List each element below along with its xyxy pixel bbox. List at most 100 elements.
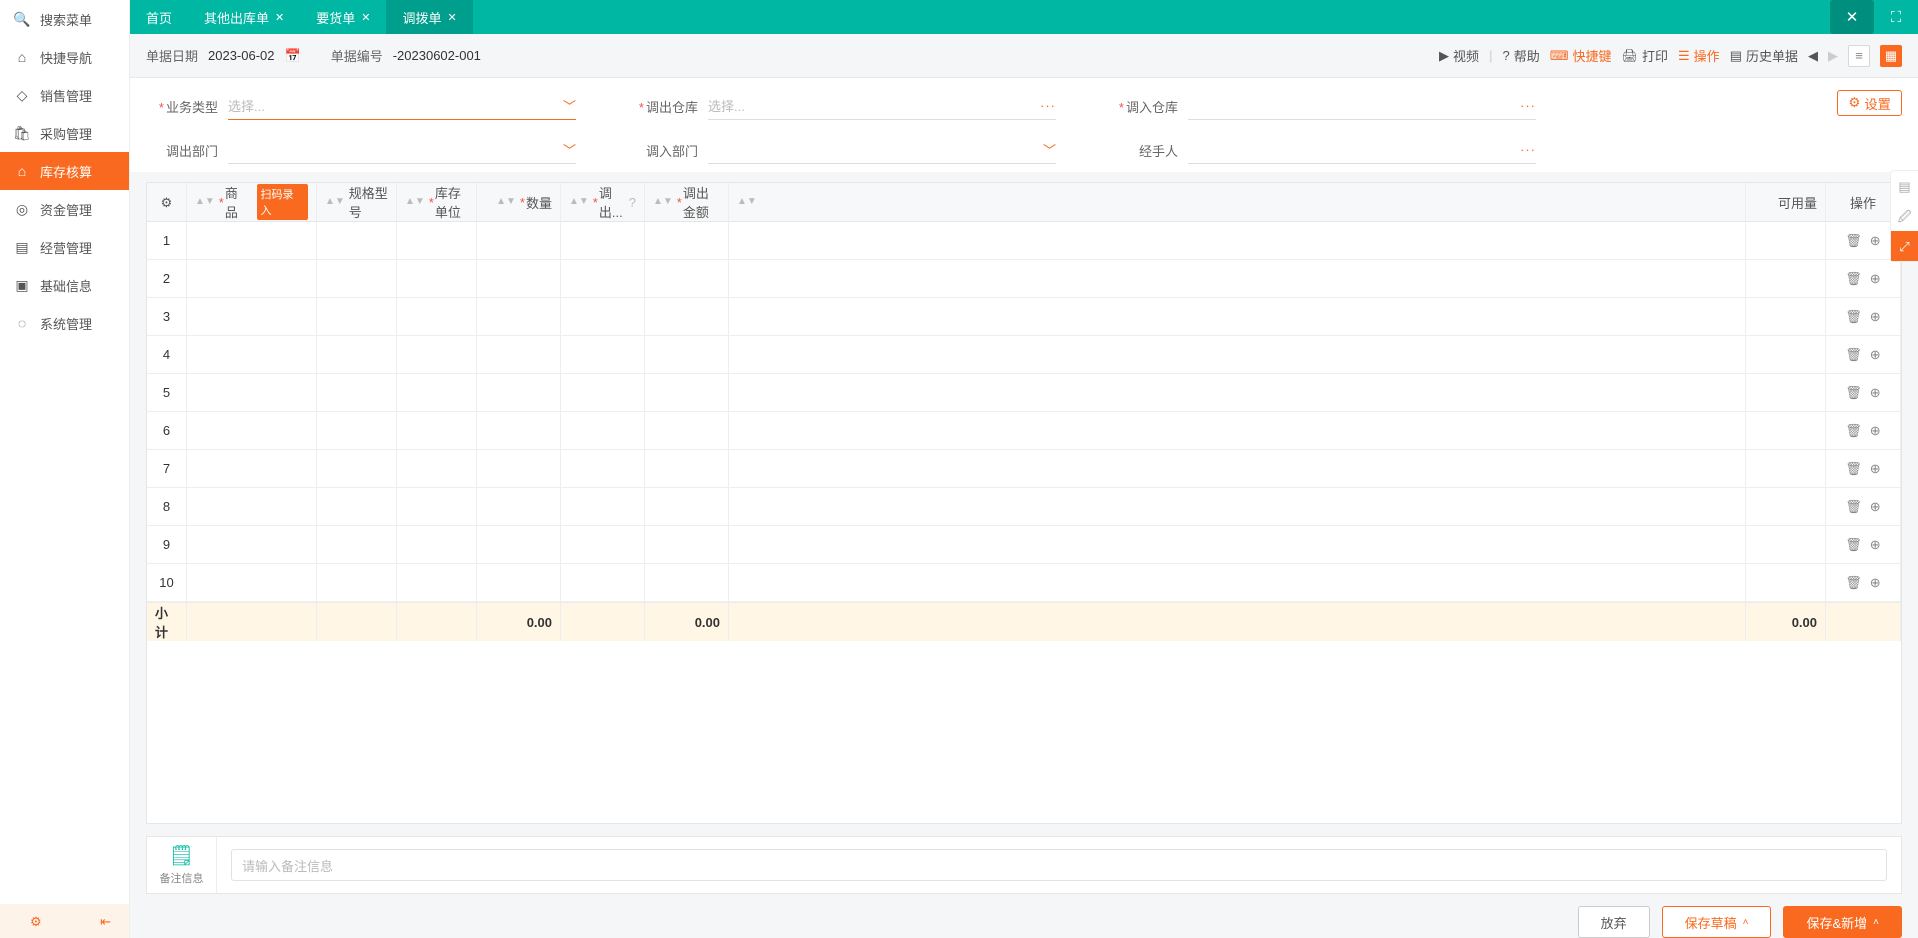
cell-out-amount[interactable]	[645, 412, 729, 449]
cell-out-price[interactable]	[561, 564, 645, 601]
cell-unit[interactable]	[397, 260, 477, 297]
tab-request[interactable]: 要货单 ✕	[300, 0, 386, 34]
cell-unit[interactable]	[397, 298, 477, 335]
cell-product[interactable]	[187, 336, 317, 373]
tab-other-out[interactable]: 其他出库单 ✕	[188, 0, 300, 34]
col-qty[interactable]: ▲▼ *数量	[477, 183, 561, 221]
hotkey-link[interactable]: ⌨ 快捷键	[1550, 46, 1612, 65]
cell-spec[interactable]	[317, 412, 397, 449]
cell-out-amount[interactable]	[645, 336, 729, 373]
sidebar-item-purchase[interactable]: 🛍 采购管理	[0, 114, 129, 152]
cell-out-price[interactable]	[561, 412, 645, 449]
delete-row-icon[interactable]: 🗑	[1845, 537, 1862, 552]
cell-spec[interactable]	[317, 488, 397, 525]
add-row-icon[interactable]: ⊕	[1870, 385, 1881, 400]
cell-out-amount[interactable]	[645, 374, 729, 411]
cell-out-amount[interactable]	[645, 260, 729, 297]
cell-product[interactable]	[187, 526, 317, 563]
side-tool-1[interactable]: ▤	[1891, 171, 1918, 201]
out-dept-select[interactable]: ﹀	[228, 136, 576, 164]
sidebar-item-funds[interactable]: ◎ 资金管理	[0, 190, 129, 228]
table-row[interactable]: 4🗑⊕	[147, 336, 1901, 374]
cell-qty[interactable]	[477, 222, 561, 259]
cell-qty[interactable]	[477, 526, 561, 563]
col-unit[interactable]: ▲▼ *库存单位	[397, 183, 477, 221]
delete-row-icon[interactable]: 🗑	[1845, 271, 1862, 286]
biz-type-select[interactable]: 选择... ﹀	[228, 92, 576, 120]
add-row-icon[interactable]: ⊕	[1870, 537, 1881, 552]
delete-row-icon[interactable]: 🗑	[1845, 499, 1862, 514]
video-link[interactable]: ▶ 视频	[1439, 46, 1479, 65]
sidebar-item-quicknav[interactable]: ⌂ 快捷导航	[0, 38, 129, 76]
sidebar-search[interactable]: 🔍 搜索菜单	[0, 0, 129, 38]
calendar-icon[interactable]: 📅	[285, 48, 301, 63]
cell-unit[interactable]	[397, 450, 477, 487]
help-link[interactable]: ? 帮助	[1502, 46, 1539, 65]
cell-out-price[interactable]	[561, 450, 645, 487]
cell-unit[interactable]	[397, 222, 477, 259]
add-row-icon[interactable]: ⊕	[1870, 309, 1881, 324]
side-tool-3[interactable]: ⤢	[1891, 231, 1918, 261]
col-spec[interactable]: ▲▼ 规格型号	[317, 183, 397, 221]
add-row-icon[interactable]: ⊕	[1870, 233, 1881, 248]
cell-product[interactable]	[187, 298, 317, 335]
prev-button[interactable]: ◀	[1808, 49, 1818, 62]
cell-out-amount[interactable]	[645, 526, 729, 563]
sidebar-item-base[interactable]: ▣ 基础信息	[0, 266, 129, 304]
add-row-icon[interactable]: ⊕	[1870, 271, 1881, 286]
delete-row-icon[interactable]: 🗑	[1845, 233, 1862, 248]
cell-product[interactable]	[187, 374, 317, 411]
sidebar-item-system[interactable]: ◌ 系统管理	[0, 304, 129, 342]
close-icon[interactable]: ✕	[448, 11, 457, 24]
cell-product[interactable]	[187, 488, 317, 525]
cell-out-price[interactable]	[561, 298, 645, 335]
tab-transfer[interactable]: 调拨单 ✕	[386, 0, 472, 34]
cell-unit[interactable]	[397, 412, 477, 449]
sidebar-item-sales[interactable]: ◇ 销售管理	[0, 76, 129, 114]
delete-row-icon[interactable]: 🗑	[1845, 461, 1862, 476]
cell-out-price[interactable]	[561, 260, 645, 297]
side-tool-2[interactable]: 🖉	[1891, 201, 1918, 231]
cell-spec[interactable]	[317, 298, 397, 335]
print-link[interactable]: 🖨 打印	[1621, 46, 1668, 65]
scan-badge[interactable]: 扫码录入	[257, 184, 308, 220]
cell-qty[interactable]	[477, 374, 561, 411]
cell-product[interactable]	[187, 450, 317, 487]
add-row-icon[interactable]: ⊕	[1870, 575, 1881, 590]
cell-product[interactable]	[187, 412, 317, 449]
table-row[interactable]: 3🗑⊕	[147, 298, 1901, 336]
cell-out-amount[interactable]	[645, 450, 729, 487]
help-icon[interactable]: ?	[629, 196, 636, 209]
in-wh-select[interactable]: ···	[1188, 92, 1536, 120]
table-row[interactable]: 9🗑⊕	[147, 526, 1901, 564]
table-row[interactable]: 8🗑⊕	[147, 488, 1901, 526]
cell-out-price[interactable]	[561, 336, 645, 373]
fullscreen-button[interactable]: ⛶	[1874, 0, 1918, 34]
table-row[interactable]: 6🗑⊕	[147, 412, 1901, 450]
add-row-icon[interactable]: ⊕	[1870, 499, 1881, 514]
handler-select[interactable]: ···	[1188, 136, 1536, 164]
delete-row-icon[interactable]: 🗑	[1845, 575, 1862, 590]
sidebar-item-business[interactable]: ▤ 经营管理	[0, 228, 129, 266]
cell-spec[interactable]	[317, 450, 397, 487]
table-row[interactable]: 10🗑⊕	[147, 564, 1901, 602]
cell-out-amount[interactable]	[645, 222, 729, 259]
col-product[interactable]: ▲▼ *商品 扫码录入	[187, 183, 317, 221]
delete-row-icon[interactable]: 🗑	[1845, 423, 1862, 438]
tab-close-all-button[interactable]: ✕	[1830, 0, 1874, 34]
cell-out-amount[interactable]	[645, 298, 729, 335]
cell-unit[interactable]	[397, 374, 477, 411]
cell-qty[interactable]	[477, 298, 561, 335]
cell-out-price[interactable]	[561, 488, 645, 525]
layout-grid-button[interactable]: ▦	[1880, 45, 1902, 67]
cell-qty[interactable]	[477, 450, 561, 487]
in-dept-select[interactable]: ﹀	[708, 136, 1056, 164]
cell-spec[interactable]	[317, 222, 397, 259]
cell-out-price[interactable]	[561, 526, 645, 563]
cell-product[interactable]	[187, 564, 317, 601]
cell-unit[interactable]	[397, 488, 477, 525]
col-config[interactable]: ⚙	[147, 183, 187, 221]
cell-qty[interactable]	[477, 412, 561, 449]
cell-unit[interactable]	[397, 526, 477, 563]
col-out-price[interactable]: ▲▼ *调出... ?	[561, 183, 645, 221]
